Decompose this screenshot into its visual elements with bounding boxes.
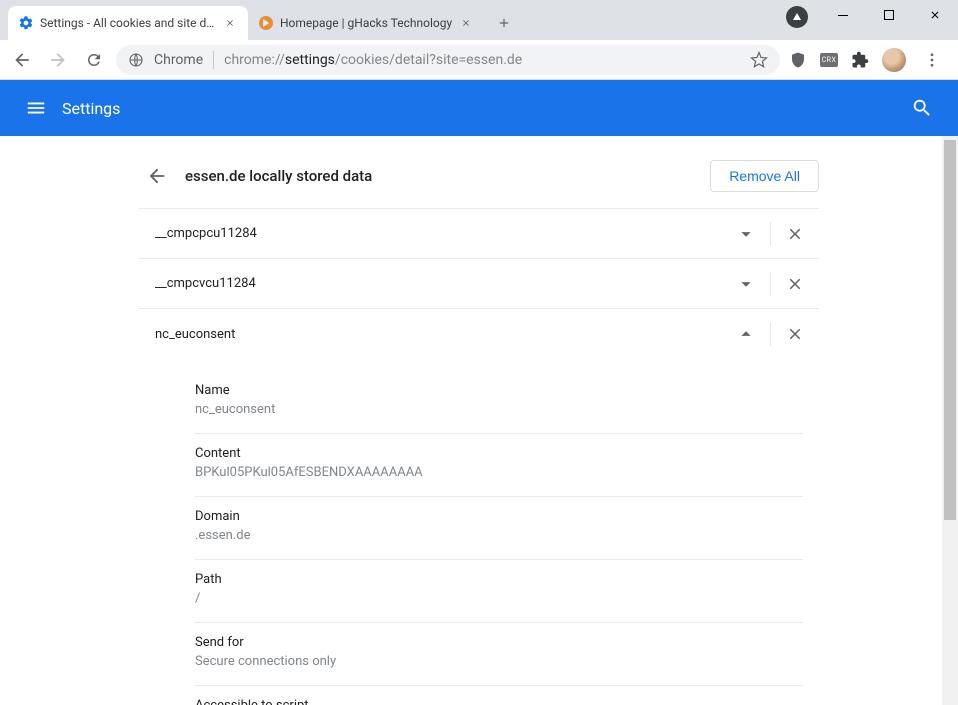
close-icon[interactable] (222, 15, 238, 31)
browser-toolbar: Chrome chrome://settings/cookies/detail?… (0, 40, 958, 80)
extensions-puzzle-icon[interactable] (850, 50, 870, 70)
expand-cookie-button[interactable] (722, 210, 770, 258)
search-icon[interactable] (902, 88, 942, 128)
address-bar[interactable]: Chrome chrome://settings/cookies/detail?… (116, 45, 780, 75)
cookie-list: __cmpcpcu11284 __cmpcvcu11284 (139, 208, 819, 705)
reload-button[interactable] (80, 46, 108, 74)
minimize-button[interactable] (820, 0, 866, 30)
extensions-area: CRX (788, 46, 950, 74)
detail-label: Domain (195, 509, 803, 524)
cookie-name: __cmpcpcu11284 (155, 226, 722, 241)
remove-all-button[interactable]: Remove All (710, 160, 819, 192)
cookie-row[interactable]: __cmpcvcu11284 (139, 259, 819, 309)
detail-field: Content BPKul05PKul05AfESBENDXAAAAAAAA (195, 434, 803, 497)
detail-field: Send for Secure connections only (195, 623, 803, 686)
nav-back-button[interactable] (8, 46, 36, 74)
ublock-icon[interactable] (788, 50, 808, 70)
site-info-icon[interactable] (128, 52, 144, 68)
detail-field: Domain .essen.de (195, 497, 803, 560)
url-origin-label: Chrome (154, 52, 203, 68)
collapse-cookie-button[interactable] (722, 310, 770, 358)
browser-titlebar: Settings - All cookies and site data Hom… (0, 0, 958, 40)
scrollbar-thumb[interactable] (944, 140, 956, 520)
crx-extension-icon[interactable]: CRX (820, 53, 838, 67)
tab-title: Settings - All cookies and site data (40, 16, 216, 30)
content-scroll-area[interactable]: essen.de locally stored data Remove All … (0, 136, 958, 705)
tab-settings-cookies[interactable]: Settings - All cookies and site data (8, 6, 248, 40)
detail-label: Name (195, 383, 803, 398)
page-title: essen.de locally stored data (185, 167, 372, 185)
nav-forward-button[interactable] (44, 46, 72, 74)
cookie-row[interactable]: __cmpcpcu11284 (139, 209, 819, 259)
settings-gear-icon (18, 15, 34, 31)
settings-title: Settings (62, 99, 120, 118)
detail-field: Path / (195, 560, 803, 623)
detail-value: BPKul05PKul05AfESBENDXAAAAAAAA (195, 465, 803, 480)
browser-menu-icon[interactable] (918, 46, 946, 74)
delete-cookie-button[interactable] (771, 310, 819, 358)
detail-value: / (195, 591, 803, 606)
settings-header: Settings (0, 80, 958, 136)
tab-ghacks[interactable]: Homepage | gHacks Technology (248, 6, 484, 40)
detail-field: Name nc_euconsent (195, 371, 803, 434)
close-button[interactable] (912, 0, 958, 30)
menu-hamburger-icon[interactable] (16, 88, 56, 128)
page-header: essen.de locally stored data Remove All (139, 144, 819, 208)
delete-cookie-button[interactable] (771, 210, 819, 258)
tab-title: Homepage | gHacks Technology (280, 16, 452, 30)
maximize-button[interactable] (866, 0, 912, 30)
detail-label: Path (195, 572, 803, 587)
cookie-name: nc_euconsent (155, 327, 722, 342)
url-text: chrome://settings/cookies/detail?site=es… (224, 52, 522, 68)
new-tab-button[interactable] (490, 9, 518, 37)
detail-label: Content (195, 446, 803, 461)
profile-avatar[interactable] (882, 48, 906, 72)
window-controls (820, 0, 958, 30)
back-arrow-button[interactable] (139, 158, 175, 194)
detail-label: Accessible to script (195, 698, 803, 705)
close-icon[interactable] (458, 15, 474, 31)
cookie-detail-panel: Name nc_euconsent Content BPKul05PKul05A… (139, 359, 819, 705)
detail-field: Accessible to script (195, 686, 803, 705)
cookie-row[interactable]: nc_euconsent (139, 309, 819, 359)
detail-value: nc_euconsent (195, 402, 803, 417)
detail-value: .essen.de (195, 528, 803, 543)
delete-cookie-button[interactable] (771, 260, 819, 308)
omnibox-separator (213, 51, 214, 69)
bookmark-star-icon[interactable] (750, 51, 768, 69)
profile-badge-icon[interactable] (786, 6, 808, 28)
detail-label: Send for (195, 635, 803, 650)
expand-cookie-button[interactable] (722, 260, 770, 308)
ghacks-favicon-icon (258, 15, 274, 31)
detail-value: Secure connections only (195, 654, 803, 669)
cookie-name: __cmpcvcu11284 (155, 276, 722, 291)
scrollbar-track[interactable] (942, 136, 958, 705)
